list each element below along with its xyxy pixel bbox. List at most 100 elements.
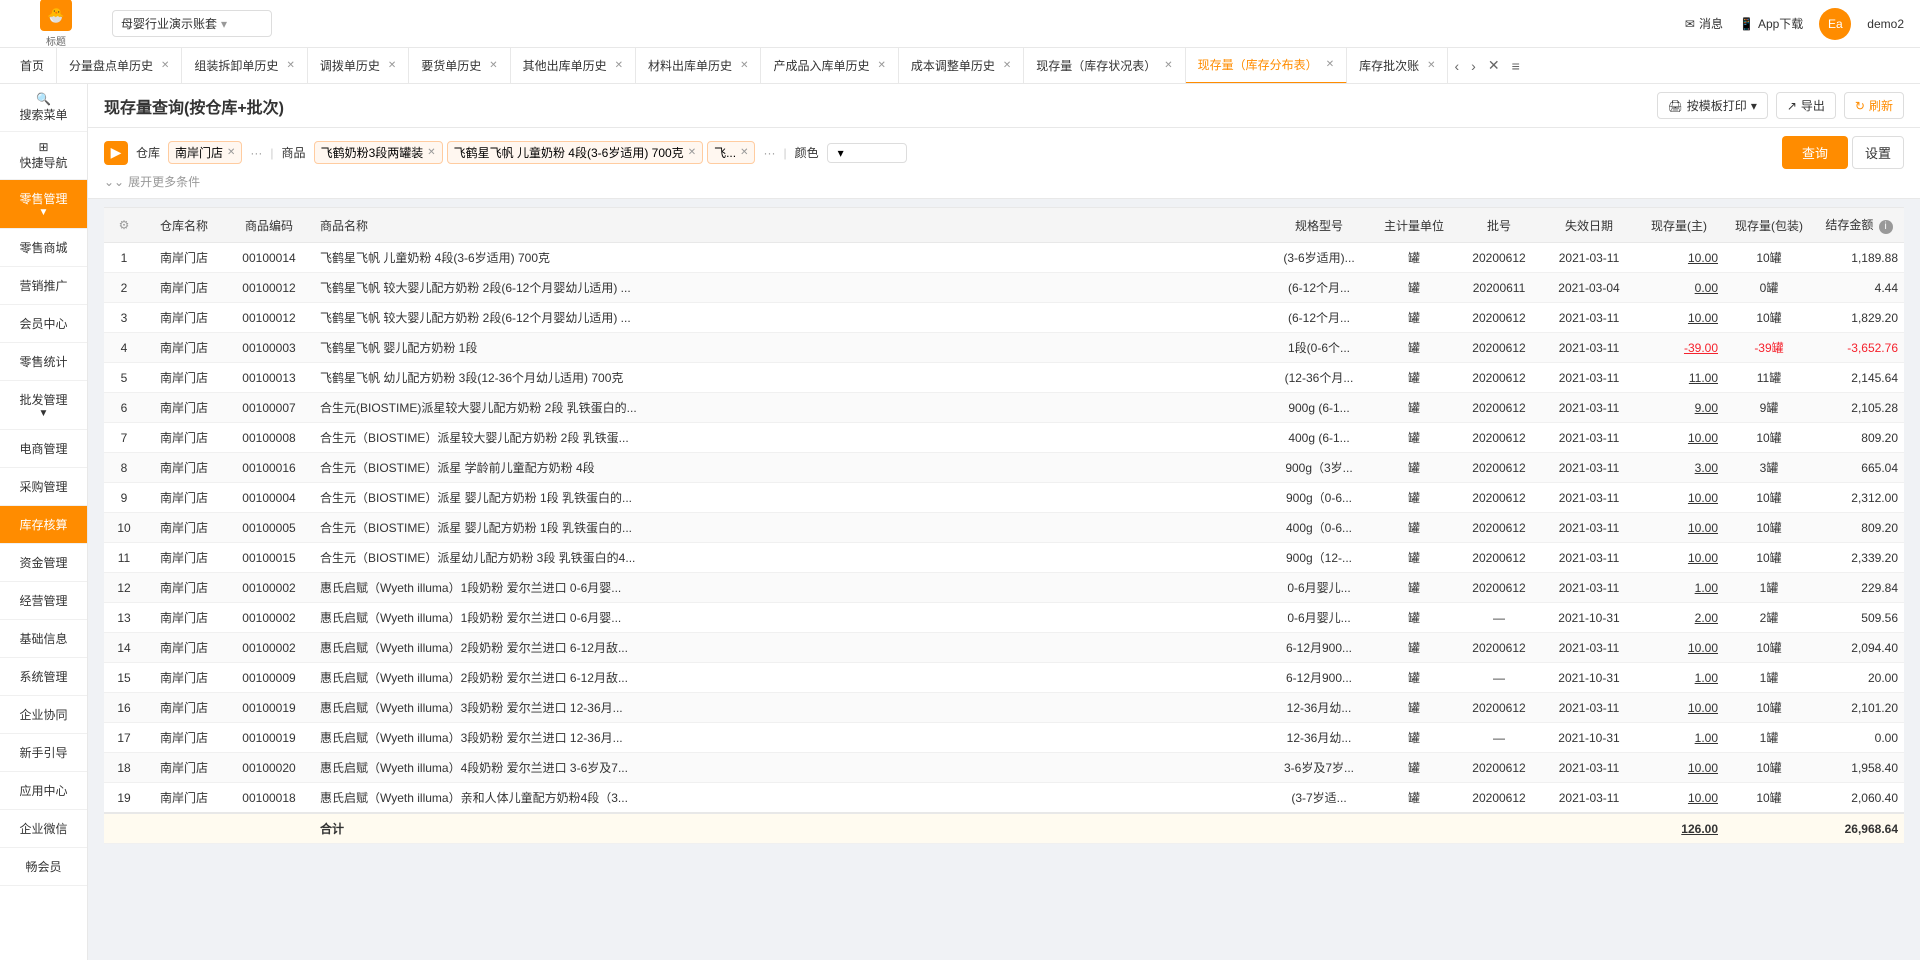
sidebar-search[interactable]: 🔍 搜索菜单 <box>0 84 87 132</box>
cell-batch: 20200612 <box>1454 753 1544 783</box>
close-icon[interactable]: ✕ <box>615 60 623 71</box>
cell-stock-main[interactable]: 10.00 <box>1634 753 1724 783</box>
close-icon[interactable]: ✕ <box>227 147 235 158</box>
cell-stock-main[interactable]: 2.00 <box>1634 603 1724 633</box>
cell-warehouse: 南岸门店 <box>144 573 224 603</box>
sidebar-item-retail-mgmt[interactable]: 零售管理 ▼ <box>0 180 87 229</box>
tab-next-icon[interactable]: › <box>1465 58 1482 74</box>
tab-menu-icon[interactable]: ≡ <box>1506 58 1526 74</box>
sidebar-item-purchase[interactable]: 采购管理 <box>0 468 87 506</box>
grid-icon: ⊞ <box>8 140 79 154</box>
user-name[interactable]: demo2 <box>1867 17 1904 31</box>
info-icon[interactable]: i <box>1879 220 1893 234</box>
cell-unit: 罐 <box>1374 723 1454 753</box>
sidebar-item-guide[interactable]: 新手引导 <box>0 734 87 772</box>
tab-disassemble[interactable]: 组装拆卸单历史 ✕ <box>182 48 307 84</box>
tab-stock-status[interactable]: 现存量（库存状况表） ✕ <box>1024 48 1185 84</box>
cell-stock-main[interactable]: 1.00 <box>1634 723 1724 753</box>
more-conditions-button[interactable]: ⌄⌄ 展开更多条件 <box>104 173 1904 190</box>
sidebar-item-marketing[interactable]: 营销推广 <box>0 267 87 305</box>
cell-index: 17 <box>104 723 144 753</box>
sidebar-item-enterprise[interactable]: 企业协同 <box>0 696 87 734</box>
cell-unit: 罐 <box>1374 513 1454 543</box>
cell-stock-main[interactable]: 10.00 <box>1634 423 1724 453</box>
cell-stock-main[interactable]: 1.00 <box>1634 663 1724 693</box>
cell-stock-main[interactable]: 10.00 <box>1634 693 1724 723</box>
table-row: 1 南岸门店 00100014 飞鹤星飞帆 儿童奶粉 4段(3-6岁适用) 70… <box>104 243 1904 273</box>
tab-material-out[interactable]: 材料出库单历史 ✕ <box>636 48 761 84</box>
cell-stock-main[interactable]: 9.00 <box>1634 393 1724 423</box>
close-icon[interactable]: ✕ <box>427 147 435 158</box>
close-icon[interactable]: ✕ <box>161 60 169 71</box>
cell-stock-main[interactable]: -39.00 <box>1634 333 1724 363</box>
sidebar-shortcut[interactable]: ⊞ 快捷导航 <box>0 132 87 180</box>
close-icon[interactable]: ✕ <box>1164 60 1172 71</box>
sidebar-item-operations[interactable]: 经营管理 <box>0 582 87 620</box>
sidebar-item-system[interactable]: 系统管理 <box>0 658 87 696</box>
cell-stock-main[interactable]: 10.00 <box>1634 243 1724 273</box>
cell-warehouse: 南岸门店 <box>144 633 224 663</box>
close-icon[interactable]: ✕ <box>489 60 497 71</box>
close-icon[interactable]: ✕ <box>1326 59 1334 70</box>
cell-name: 惠氏启赋（Wyeth illuma）4段奶粉 爱尔兰进口 3-6岁及7... <box>314 753 1264 783</box>
cell-name: 惠氏启赋（Wyeth illuma）2段奶粉 爱尔兰进口 6-12月敌... <box>314 633 1264 663</box>
cell-stock-main[interactable]: 3.00 <box>1634 453 1724 483</box>
sidebar-item-base-info[interactable]: 基础信息 <box>0 620 87 658</box>
tab-prev-icon[interactable]: ‹ <box>1448 58 1465 74</box>
tab-home[interactable]: 首页 <box>8 48 57 84</box>
close-icon[interactable]: ✕ <box>1427 60 1435 71</box>
tab-product-in[interactable]: 产成品入库单历史 ✕ <box>761 48 898 84</box>
cell-stock-main[interactable]: 0.00 <box>1634 273 1724 303</box>
close-icon[interactable]: ✕ <box>688 147 696 158</box>
cell-name: 合生元(BIOSTIME)派星较大婴儿配方奶粉 2段 乳铁蛋白的... <box>314 393 1264 423</box>
close-icon[interactable]: ✕ <box>1003 60 1011 71</box>
sidebar-item-stock[interactable]: 库存核算 <box>0 506 87 544</box>
close-icon[interactable]: ✕ <box>286 60 294 71</box>
cell-stock-main[interactable]: 10.00 <box>1634 543 1724 573</box>
settings-button[interactable]: 设置 <box>1852 136 1904 169</box>
app-download-button[interactable]: 📱 App下载 <box>1739 15 1803 32</box>
tab-mix[interactable]: 调拨单历史 ✕ <box>308 48 409 84</box>
print-button[interactable]: 🖨 按模板打印 ▾ <box>1657 92 1768 119</box>
tab-batch-ledger[interactable]: 库存批次账 ✕ <box>1347 48 1448 84</box>
close-icon[interactable]: ✕ <box>388 60 396 71</box>
sidebar-item-wechat[interactable]: 企业微信 <box>0 810 87 848</box>
filter-ellipsis: ··· <box>250 146 262 160</box>
cell-stock-main[interactable]: 10.00 <box>1634 783 1724 814</box>
account-dropdown[interactable]: 母婴行业演示账套 ▾ <box>112 10 272 37</box>
tab-cost-adj[interactable]: 成本调整单历史 ✕ <box>899 48 1024 84</box>
close-icon[interactable]: ✕ <box>877 60 885 71</box>
sidebar-item-member[interactable]: 会员中心 <box>0 305 87 343</box>
sidebar-item-ecommerce[interactable]: 电商管理 <box>0 430 87 468</box>
cell-stock-main[interactable]: 10.00 <box>1634 633 1724 663</box>
tab-stock-dist[interactable]: 现存量（库存分布表） ✕ <box>1186 48 1347 84</box>
cell-stock-main[interactable]: 10.00 <box>1634 303 1724 333</box>
query-button[interactable]: 查询 <box>1782 136 1848 169</box>
sidebar-item-wholesale[interactable]: 批发管理 ▼ <box>0 381 87 430</box>
sidebar-item-retail-mall[interactable]: 零售商城 <box>0 229 87 267</box>
refresh-button[interactable]: ↻ 刷新 <box>1844 92 1904 119</box>
cell-code: 00100012 <box>224 303 314 333</box>
cell-stock-main[interactable]: 10.00 <box>1634 513 1724 543</box>
cell-stock-main[interactable]: 10.00 <box>1634 483 1724 513</box>
tab-other-out[interactable]: 其他出库单历史 ✕ <box>511 48 636 84</box>
cell-stock-pkg: 11罐 <box>1724 363 1814 393</box>
gear-icon[interactable]: ⚙ <box>119 218 130 232</box>
cell-stock-main[interactable]: 1.00 <box>1634 573 1724 603</box>
sidebar-item-app-center[interactable]: 应用中心 <box>0 772 87 810</box>
color-dropdown[interactable]: ▾ <box>827 143 907 163</box>
tab-split[interactable]: 分量盘点单历史 ✕ <box>57 48 182 84</box>
cell-stock-pkg: -39罐 <box>1724 333 1814 363</box>
tab-close-all-icon[interactable]: ✕ <box>1482 57 1506 74</box>
sidebar-item-retail-stats[interactable]: 零售统计 <box>0 343 87 381</box>
message-button[interactable]: ✉ 消息 <box>1685 15 1723 32</box>
sidebar-item-finance[interactable]: 资金管理 <box>0 544 87 582</box>
col-header-spec: 规格型号 <box>1264 208 1374 243</box>
close-icon[interactable]: ✕ <box>740 147 748 158</box>
filter-expand-button[interactable]: ▶ <box>104 141 128 165</box>
cell-stock-main[interactable]: 11.00 <box>1634 363 1724 393</box>
tab-require[interactable]: 要货单历史 ✕ <box>409 48 510 84</box>
sidebar-item-member2[interactable]: 畅会员 <box>0 848 87 886</box>
close-icon[interactable]: ✕ <box>740 60 748 71</box>
export-button[interactable]: ↗ 导出 <box>1776 92 1836 119</box>
